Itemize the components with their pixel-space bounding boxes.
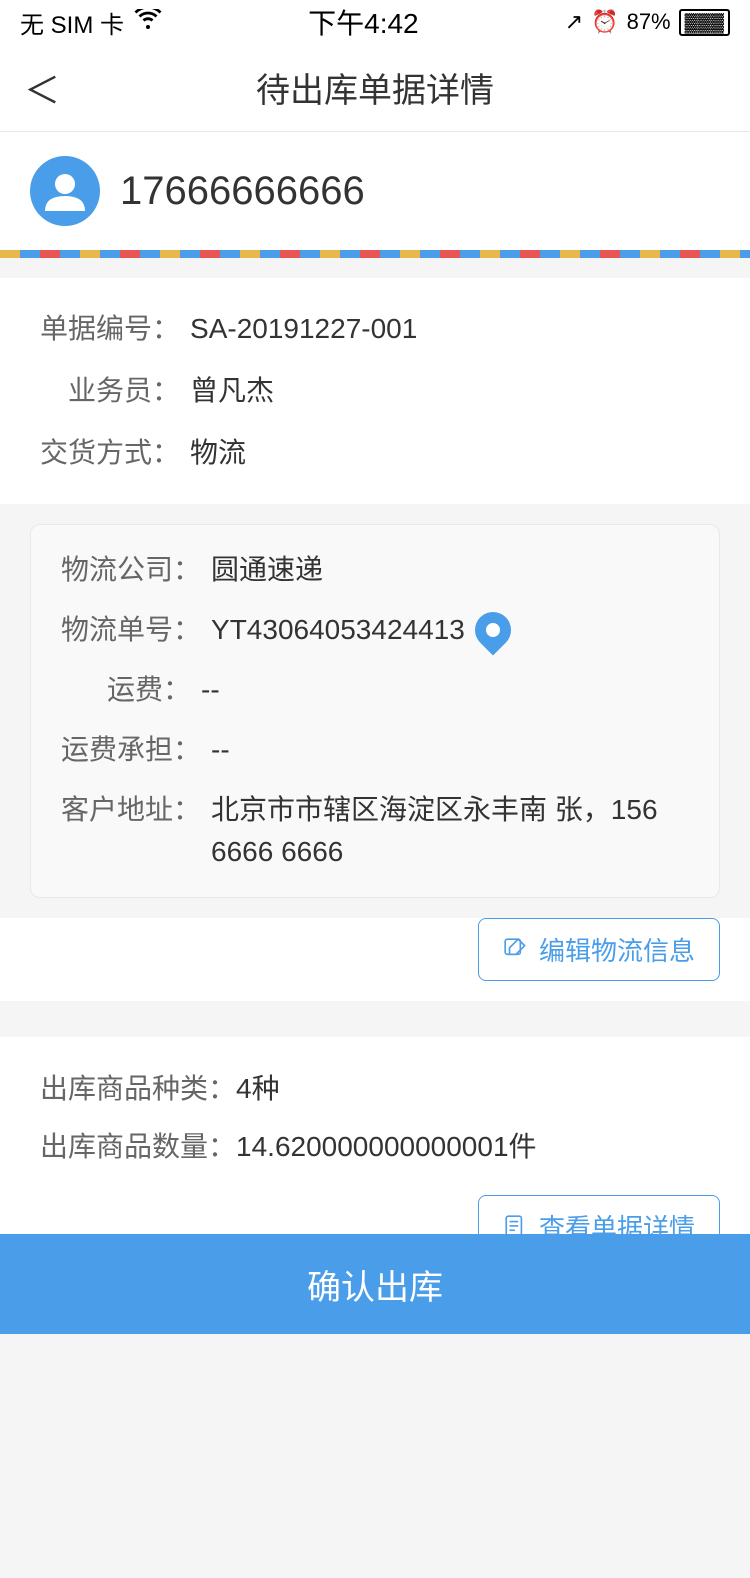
- carrier-text: 无 SIM 卡: [20, 5, 124, 40]
- goods-qty-label: 出库商品数量：: [40, 1125, 236, 1165]
- customer-phone: 17666666666: [120, 169, 365, 214]
- edit-icon: [503, 937, 529, 963]
- avatar: [30, 156, 100, 226]
- logistics-company-row: 物流公司： 圆通速递: [61, 549, 689, 591]
- back-button[interactable]: ＜: [24, 62, 60, 114]
- order-number-value: SA-20191227-001: [190, 308, 710, 350]
- goods-type-value: 4种: [236, 1067, 280, 1107]
- page-title: 待出库单据详情: [256, 63, 494, 112]
- freight-bearer-label: 运费承担：: [61, 729, 201, 771]
- address-row: 客户地址： 北京市市辖区海淀区永丰南 张，156 6666 6666: [61, 789, 689, 873]
- status-left: 无 SIM 卡: [20, 5, 162, 40]
- edit-logistics-label: 编辑物流信息: [539, 931, 695, 968]
- freight-row: 运费： --: [61, 669, 689, 711]
- person-icon: [40, 166, 90, 216]
- edit-button-row: 编辑物流信息: [0, 918, 750, 1001]
- freight-bearer-row: 运费承担： --: [61, 729, 689, 771]
- status-right: ↗ ⏰ 87% ▓▓▓: [565, 9, 730, 36]
- order-number-label: 单据编号：: [40, 308, 180, 350]
- logistics-company-value: 圆通速递: [211, 549, 689, 591]
- salesperson-row: 业务员： 曾凡杰: [40, 370, 710, 412]
- customer-section: 17666666666: [0, 132, 750, 250]
- order-number-row: 单据编号： SA-20191227-001: [40, 308, 710, 350]
- tracking-number-row: 物流单号： YT43064053424413: [61, 609, 689, 651]
- address-label: 客户地址：: [61, 789, 201, 831]
- edit-logistics-button[interactable]: 编辑物流信息: [478, 918, 720, 981]
- freight-bearer-value: --: [211, 729, 689, 771]
- tracking-label: 物流单号：: [61, 609, 201, 651]
- freight-label: 运费：: [61, 669, 191, 711]
- logistics-card: 物流公司： 圆通速递 物流单号： YT43064053424413 运费： --…: [30, 524, 720, 898]
- nav-bar: ＜ 待出库单据详情: [0, 44, 750, 132]
- goods-qty-row: 出库商品数量： 14.620000000000001件: [40, 1125, 710, 1165]
- dashed-divider: [0, 250, 750, 258]
- order-info-section: 单据编号： SA-20191227-001 业务员： 曾凡杰 交货方式： 物流: [0, 278, 750, 504]
- salesperson-label: 业务员：: [40, 370, 180, 412]
- location-icon: ↗: [565, 9, 583, 35]
- battery-text: 87%: [627, 9, 671, 35]
- confirm-button[interactable]: 确认出库: [0, 1234, 750, 1334]
- delivery-method-label: 交货方式：: [40, 432, 180, 474]
- delivery-method-value: 物流: [190, 432, 710, 474]
- address-value: 北京市市辖区海淀区永丰南 张，156 6666 6666: [211, 789, 689, 873]
- tracking-number-text: YT43064053424413: [211, 609, 465, 651]
- freight-value: --: [201, 669, 689, 711]
- salesperson-value: 曾凡杰: [190, 370, 710, 412]
- goods-section: 出库商品种类： 4种 出库商品数量： 14.620000000000001件: [0, 1037, 750, 1195]
- confirm-button-label: 确认出库: [307, 1260, 443, 1309]
- status-bar: 无 SIM 卡 下午4:42 ↗ ⏰ 87% ▓▓▓: [0, 0, 750, 44]
- section-gap-1: [0, 258, 750, 278]
- location-pin-icon[interactable]: [467, 605, 518, 656]
- goods-type-row: 出库商品种类： 4种: [40, 1067, 710, 1107]
- delivery-method-row: 交货方式： 物流: [40, 432, 710, 474]
- wifi-icon: [134, 8, 162, 36]
- alarm-icon: ⏰: [591, 9, 618, 35]
- goods-qty-value: 14.620000000000001件: [236, 1125, 537, 1165]
- logistics-company-label: 物流公司：: [61, 549, 201, 591]
- time-text: 下午4:42: [308, 2, 419, 42]
- section-gap-2: [0, 1001, 750, 1021]
- goods-type-label: 出库商品种类：: [40, 1067, 236, 1107]
- tracking-value: YT43064053424413: [211, 609, 689, 651]
- battery-icon: ▓▓▓: [679, 9, 730, 36]
